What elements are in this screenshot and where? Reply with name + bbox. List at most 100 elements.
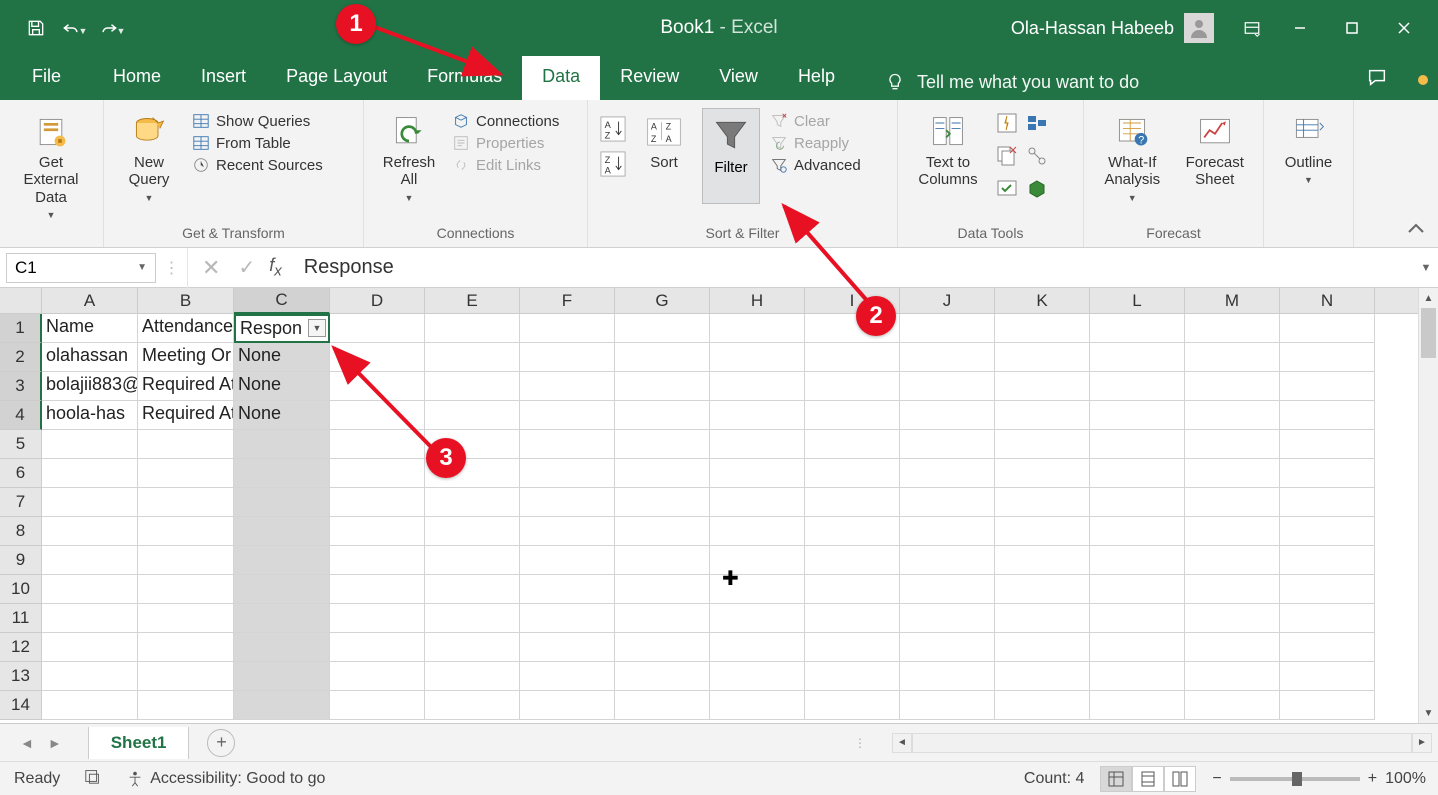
- column-header-D[interactable]: D: [330, 288, 425, 314]
- accessibility-status[interactable]: Accessibility: Good to go: [126, 770, 325, 788]
- cell-B5[interactable]: [138, 430, 234, 459]
- cell-L8[interactable]: [1090, 517, 1185, 546]
- cell-K3[interactable]: [995, 372, 1090, 401]
- cell-L3[interactable]: [1090, 372, 1185, 401]
- vertical-scrollbar[interactable]: ▲ ▼: [1418, 288, 1438, 723]
- cell-G10[interactable]: [615, 575, 710, 604]
- cell-E2[interactable]: [425, 343, 520, 372]
- cell-L4[interactable]: [1090, 401, 1185, 430]
- cell-N12[interactable]: [1280, 633, 1375, 662]
- cell-K11[interactable]: [995, 604, 1090, 633]
- cell-M14[interactable]: [1185, 691, 1280, 720]
- cell-D8[interactable]: [330, 517, 425, 546]
- cell-N5[interactable]: [1280, 430, 1375, 459]
- cell-H5[interactable]: [710, 430, 805, 459]
- cell-K14[interactable]: [995, 691, 1090, 720]
- row-header-6[interactable]: 6: [0, 459, 42, 488]
- cell-N4[interactable]: [1280, 401, 1375, 430]
- cell-G1[interactable]: [615, 314, 710, 343]
- cell-A7[interactable]: [42, 488, 138, 517]
- cell-E10[interactable]: [425, 575, 520, 604]
- recent-sources-button[interactable]: Recent Sources: [192, 156, 323, 174]
- cell-E12[interactable]: [425, 633, 520, 662]
- row-header-8[interactable]: 8: [0, 517, 42, 546]
- comments-button[interactable]: [1366, 66, 1388, 93]
- cell-M1[interactable]: [1185, 314, 1280, 343]
- column-header-C[interactable]: C: [234, 288, 330, 314]
- cell-I13[interactable]: [805, 662, 900, 691]
- row-header-1[interactable]: 1: [0, 314, 42, 343]
- cell-M10[interactable]: [1185, 575, 1280, 604]
- cell-J7[interactable]: [900, 488, 995, 517]
- row-header-9[interactable]: 9: [0, 546, 42, 575]
- scroll-down-button[interactable]: ▼: [1419, 703, 1438, 723]
- cell-G3[interactable]: [615, 372, 710, 401]
- cell-D12[interactable]: [330, 633, 425, 662]
- cell-N2[interactable]: [1280, 343, 1375, 372]
- cell-L9[interactable]: [1090, 546, 1185, 575]
- outline-button[interactable]: Outline▼: [1276, 108, 1341, 186]
- get-external-data-button[interactable]: Get External Data▼: [12, 108, 90, 220]
- cell-L10[interactable]: [1090, 575, 1185, 604]
- row-header-7[interactable]: 7: [0, 488, 42, 517]
- cell-K6[interactable]: [995, 459, 1090, 488]
- cell-A5[interactable]: [42, 430, 138, 459]
- name-box[interactable]: C1 ▼: [6, 253, 156, 283]
- cell-G12[interactable]: [615, 633, 710, 662]
- cell-I5[interactable]: [805, 430, 900, 459]
- cell-C4[interactable]: None: [234, 401, 330, 430]
- cell-B8[interactable]: [138, 517, 234, 546]
- maximize-button[interactable]: [1328, 10, 1376, 46]
- cell-N11[interactable]: [1280, 604, 1375, 633]
- cell-H12[interactable]: [710, 633, 805, 662]
- cell-E11[interactable]: [425, 604, 520, 633]
- cell-D4[interactable]: [330, 401, 425, 430]
- cell-E1[interactable]: [425, 314, 520, 343]
- cell-C1[interactable]: Respon▼: [234, 314, 330, 343]
- cell-K12[interactable]: [995, 633, 1090, 662]
- cell-M7[interactable]: [1185, 488, 1280, 517]
- cell-I8[interactable]: [805, 517, 900, 546]
- new-sheet-button[interactable]: +: [207, 729, 235, 757]
- cell-E7[interactable]: [425, 488, 520, 517]
- cell-N13[interactable]: [1280, 662, 1375, 691]
- cell-I3[interactable]: [805, 372, 900, 401]
- cell-L2[interactable]: [1090, 343, 1185, 372]
- macro-record-icon[interactable]: [84, 767, 102, 790]
- cell-M4[interactable]: [1185, 401, 1280, 430]
- cell-F6[interactable]: [520, 459, 615, 488]
- cell-H6[interactable]: [710, 459, 805, 488]
- manage-data-model-button[interactable]: [1026, 178, 1048, 205]
- flash-fill-button[interactable]: [996, 112, 1018, 139]
- cell-G7[interactable]: [615, 488, 710, 517]
- formula-input[interactable]: Response: [296, 256, 1414, 279]
- cell-J9[interactable]: [900, 546, 995, 575]
- row-header-12[interactable]: 12: [0, 633, 42, 662]
- cell-M2[interactable]: [1185, 343, 1280, 372]
- relationships-button[interactable]: [1026, 145, 1048, 172]
- scroll-thumb[interactable]: [1421, 308, 1436, 358]
- cell-C7[interactable]: [234, 488, 330, 517]
- cell-F4[interactable]: [520, 401, 615, 430]
- cell-G2[interactable]: [615, 343, 710, 372]
- cell-I6[interactable]: [805, 459, 900, 488]
- cell-F2[interactable]: [520, 343, 615, 372]
- cell-J3[interactable]: [900, 372, 995, 401]
- cell-B2[interactable]: Meeting Or: [138, 343, 234, 372]
- cell-J6[interactable]: [900, 459, 995, 488]
- cell-D14[interactable]: [330, 691, 425, 720]
- cell-K4[interactable]: [995, 401, 1090, 430]
- cell-J11[interactable]: [900, 604, 995, 633]
- cell-A9[interactable]: [42, 546, 138, 575]
- cell-B13[interactable]: [138, 662, 234, 691]
- row-header-2[interactable]: 2: [0, 343, 42, 372]
- column-header-H[interactable]: H: [710, 288, 805, 314]
- cell-F7[interactable]: [520, 488, 615, 517]
- cell-J12[interactable]: [900, 633, 995, 662]
- text-to-columns-button[interactable]: Text to Columns: [910, 108, 986, 189]
- cell-K7[interactable]: [995, 488, 1090, 517]
- cell-C5[interactable]: [234, 430, 330, 459]
- cell-K5[interactable]: [995, 430, 1090, 459]
- cell-M13[interactable]: [1185, 662, 1280, 691]
- cell-C11[interactable]: [234, 604, 330, 633]
